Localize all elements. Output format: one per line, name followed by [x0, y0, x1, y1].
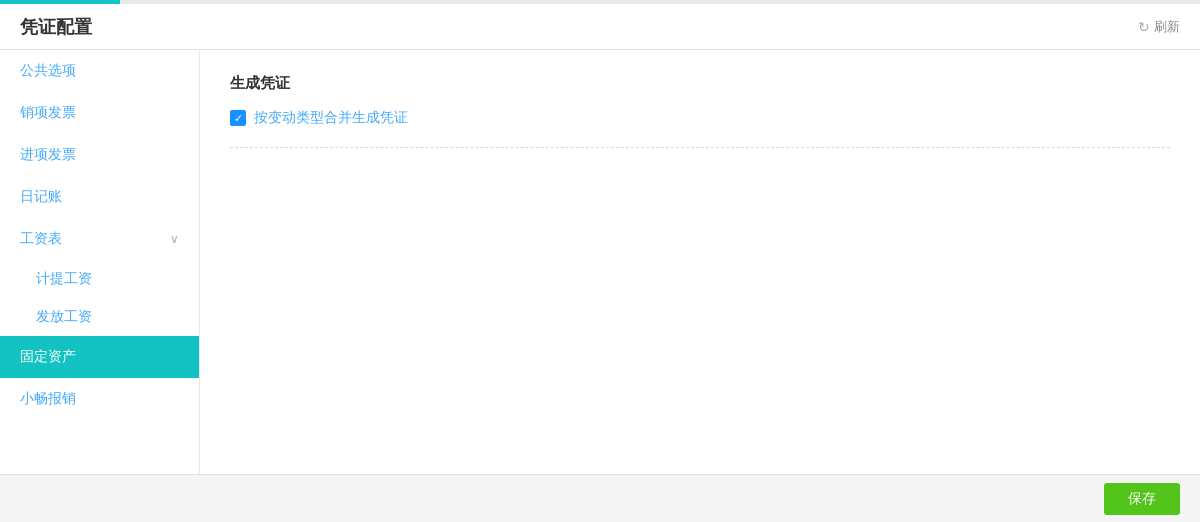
sidebar-item-label-public: 公共选项 [20, 62, 76, 80]
sidebar-item-sales-invoice[interactable]: 销项发票 [0, 92, 199, 134]
sidebar-item-label-sales-invoice: 销项发票 [20, 104, 76, 122]
sidebar-item-pay-payroll[interactable]: 发放工资 [0, 298, 199, 336]
sidebar-item-purchase-invoice[interactable]: 进项发票 [0, 134, 199, 176]
sidebar-item-label-purchase-invoice: 进项发票 [20, 146, 76, 164]
sidebar-item-label-payroll: 工资表 [20, 230, 62, 248]
sidebar-item-fixed-assets[interactable]: 固定资产 [0, 336, 199, 378]
sidebar-item-label-expense: 小畅报销 [20, 390, 76, 408]
sidebar-item-label-fixed-assets: 固定资产 [20, 348, 76, 366]
chevron-down-icon: ∨ [170, 232, 179, 246]
save-button[interactable]: 保存 [1104, 483, 1180, 515]
footer: 保存 [0, 474, 1200, 522]
sidebar-item-expense[interactable]: 小畅报销 [0, 378, 199, 420]
section-title: 生成凭证 [230, 74, 1170, 93]
sidebar: 公共选项销项发票进项发票日记账工资表 ∨ 计提工资发放工资固定资产小畅报销 [0, 50, 200, 474]
content-area: 生成凭证 ✓ 按变动类型合并生成凭证 [200, 50, 1200, 474]
sidebar-item-label-journal: 日记账 [20, 188, 62, 206]
checkbox-label[interactable]: 按变动类型合并生成凭证 [254, 109, 408, 127]
refresh-icon: ↻ [1138, 19, 1150, 35]
refresh-button[interactable]: ↻ 刷新 [1138, 18, 1180, 36]
sidebar-item-journal[interactable]: 日记账 [0, 176, 199, 218]
top-bar [0, 0, 1200, 4]
section-divider [230, 147, 1170, 148]
checkbox-row: ✓ 按变动类型合并生成凭证 [230, 109, 1170, 127]
top-bar-active-indicator [0, 0, 120, 4]
main-layout: 公共选项销项发票进项发票日记账工资表 ∨ 计提工资发放工资固定资产小畅报销 生成凭证… [0, 50, 1200, 474]
merge-checkbox[interactable]: ✓ [230, 110, 246, 126]
page-title: 凭证配置 [20, 15, 92, 39]
sidebar-item-public[interactable]: 公共选项 [0, 50, 199, 92]
refresh-label: 刷新 [1154, 18, 1180, 36]
header: 凭证配置 ↻ 刷新 [0, 4, 1200, 50]
sidebar-item-calc-payroll[interactable]: 计提工资 [0, 260, 199, 298]
check-mark-icon: ✓ [234, 113, 243, 124]
sidebar-item-payroll[interactable]: 工资表 ∨ [0, 218, 199, 260]
